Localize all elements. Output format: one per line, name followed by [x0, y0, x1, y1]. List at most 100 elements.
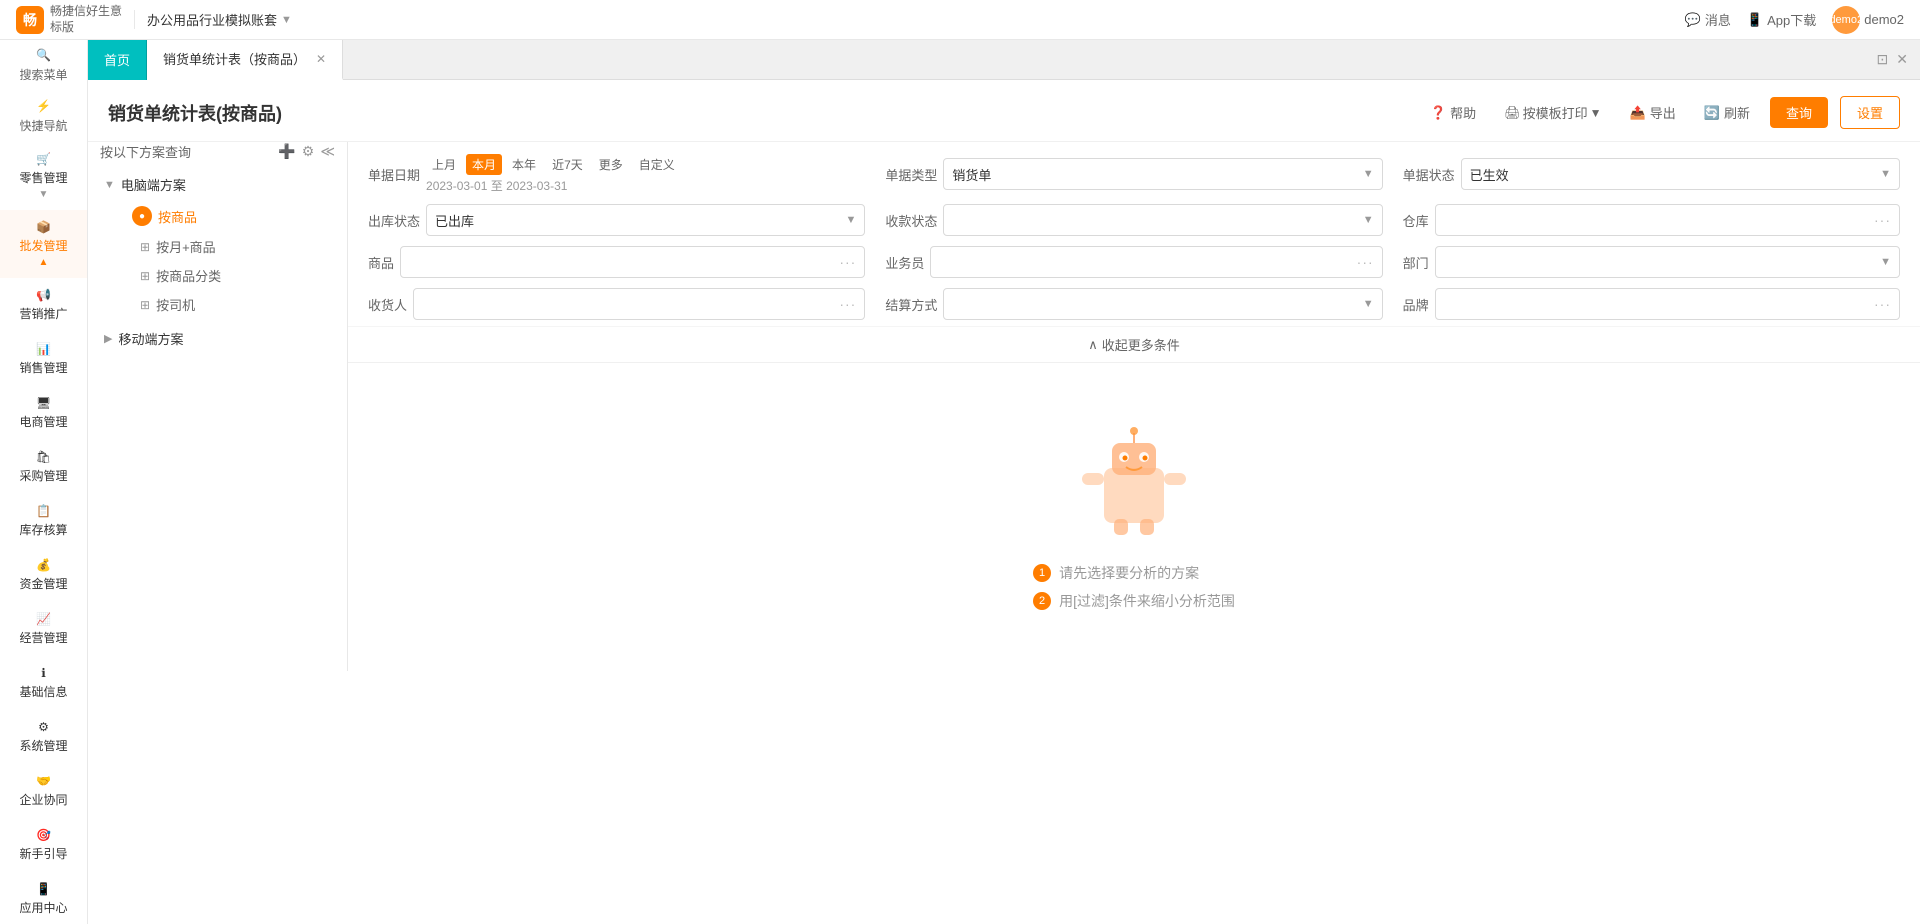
salesperson-control[interactable]: ···	[930, 246, 1382, 278]
department-input[interactable]: ▼	[1435, 246, 1900, 278]
date-range-text: 2023-03-01 至 2023-03-31	[426, 177, 865, 194]
tree-by-printer[interactable]: ⊞ 按司机	[108, 290, 347, 319]
settlement-control[interactable]: ▼	[943, 288, 1382, 320]
add-scheme-button[interactable]: ➕	[278, 143, 295, 160]
top-bar: 畅 畅捷信好生意 标版 办公用品行业模拟账套 ▼ 💬 消息 📱 App下载 de…	[0, 0, 1920, 40]
close-window-icon[interactable]: ✕	[1896, 51, 1908, 68]
chevron-down-icon-print[interactable]: ▼	[1590, 106, 1602, 120]
dots-icon-warehouse: ···	[1874, 212, 1891, 228]
sidebar-item-purchase[interactable]: 🛍 采购管理	[0, 440, 87, 494]
app-download-button[interactable]: 📱 App下载	[1747, 10, 1816, 29]
department-control[interactable]: ▼	[1435, 246, 1900, 278]
salesperson-input[interactable]: ···	[930, 246, 1382, 278]
tree-mobile-label: 移动端方案	[118, 329, 183, 348]
maximize-icon[interactable]: ⊡	[1877, 51, 1889, 68]
brand-control[interactable]: ···	[1435, 288, 1900, 320]
recipient-input[interactable]: ···	[413, 288, 865, 320]
tree-mobile[interactable]: ▶ 移动端方案	[88, 323, 347, 354]
export-button[interactable]: 📤 导出	[1622, 99, 1684, 126]
date-tag-more[interactable]: 更多	[593, 154, 629, 175]
enterprise-icon: 🤝	[36, 774, 51, 788]
main-wrapper: 按以下方案查询 ➕ ⚙ ≪ ▼ 电脑端方案	[88, 142, 1920, 671]
tree-by-month-product[interactable]: ⊞ 按月+商品	[108, 232, 347, 261]
sidebar-item-marketing[interactable]: 📢 营销推广	[0, 278, 87, 332]
sidebar-item-sales[interactable]: 📊 销售管理	[0, 332, 87, 386]
chevron-icon-retail: ▼	[39, 189, 49, 200]
collapse-panel-button[interactable]: ≪	[320, 143, 335, 160]
sidebar-item-appcenter[interactable]: 📱 应用中心	[0, 872, 87, 924]
sidebar-label-retail: 零售管理	[19, 169, 67, 186]
sidebar-item-operation[interactable]: 📈 经营管理	[0, 602, 87, 656]
tab-bar: 首页 销货单统计表（按商品） ✕ ⊡ ✕	[88, 40, 1920, 80]
settings-button[interactable]: 设置	[1840, 96, 1900, 129]
sidebar-item-system[interactable]: ⚙ 系统管理	[0, 710, 87, 764]
sidebar-item-basic[interactable]: ℹ 基础信息	[0, 656, 87, 710]
sidebar-item-enterprise[interactable]: 🤝 企业协同	[0, 764, 87, 818]
date-tag-last-month[interactable]: 上月	[426, 154, 462, 175]
tab-home[interactable]: 首页	[88, 40, 147, 80]
help-button[interactable]: ❓ 帮助	[1422, 99, 1484, 126]
date-tag-this-month[interactable]: 本月	[466, 154, 502, 175]
warehouse-input[interactable]: ···	[1435, 204, 1900, 236]
tab-close-icon[interactable]: ✕	[316, 52, 326, 66]
product-control[interactable]: ···	[400, 246, 865, 278]
step-2-text: 用[过滤]条件来缩小分析范围	[1059, 591, 1235, 611]
sidebar-label-marketing: 营销推广	[19, 305, 67, 322]
filter-row-3: 商品 ··· 业务员	[348, 242, 1920, 284]
tree-desktop[interactable]: ▼ 电脑端方案	[88, 169, 347, 200]
top-bar-left: 畅 畅捷信好生意 标版 办公用品行业模拟账套 ▼	[16, 4, 292, 35]
receipt-select[interactable]: ▼	[943, 204, 1382, 236]
receipt-control[interactable]: ▼	[943, 204, 1382, 236]
left-panel-header: 按以下方案查询 ➕ ⚙ ≪	[88, 142, 347, 169]
recipient-control[interactable]: ···	[413, 288, 865, 320]
tree-by-product[interactable]: ● 按商品	[108, 200, 347, 232]
tree-by-category[interactable]: ⊞ 按商品分类	[108, 261, 347, 290]
refresh-button[interactable]: 🔄 刷新	[1696, 99, 1758, 126]
page-header: 销货单统计表(按商品) ❓ 帮助 🖨 按模板打印 ▼ 📤 导出	[88, 80, 1920, 142]
system-icon: ⚙	[38, 720, 49, 734]
sidebar-item-search[interactable]: 🔍 搜索菜单	[0, 40, 87, 91]
brand-input[interactable]: ···	[1435, 288, 1900, 320]
sidebar-item-inventory[interactable]: 📋 库存核算	[0, 494, 87, 548]
sidebar-label-inventory: 库存核算	[19, 521, 67, 538]
active-scheme-icon: ●	[132, 206, 152, 226]
product-input[interactable]: ···	[400, 246, 865, 278]
tab-report[interactable]: 销货单统计表（按商品） ✕	[147, 40, 343, 80]
sidebar-item-finance[interactable]: 💰 资金管理	[0, 548, 87, 602]
avatar: demo2	[1832, 6, 1860, 34]
empty-illustration	[1074, 423, 1194, 543]
user-menu[interactable]: demo2 demo2	[1832, 6, 1904, 34]
chevron-up-icon: ∧	[1088, 337, 1098, 353]
query-button[interactable]: 查询	[1770, 97, 1828, 128]
type-value: 销货单	[952, 165, 1358, 184]
edit-scheme-button[interactable]: ⚙	[302, 143, 315, 160]
template-print-button[interactable]: 🖨 按模板打印 ▼	[1496, 99, 1609, 126]
out-select[interactable]: 已出库 ▼	[426, 204, 865, 236]
empty-steps: 1 请先选择要分析的方案 2 用[过滤]条件来缩小分析范围	[1033, 563, 1235, 611]
collapse-button[interactable]: ∧ 收起更多条件	[1088, 335, 1180, 354]
status-select[interactable]: 已生效 ▼	[1461, 158, 1900, 190]
chevron-down-icon-receipt: ▼	[1363, 214, 1374, 226]
tree-desktop-label: 电脑端方案	[121, 175, 186, 194]
type-select[interactable]: 销货单 ▼	[943, 158, 1382, 190]
message-button[interactable]: 💬 消息	[1685, 10, 1731, 29]
date-control: 上月 本月 本年 近7天 更多 自定义 2023-03-01 至 2023-03…	[426, 154, 865, 194]
settlement-select[interactable]: ▼	[943, 288, 1382, 320]
date-tag-this-year[interactable]: 本年	[506, 154, 542, 175]
warehouse-control[interactable]: ···	[1435, 204, 1900, 236]
sidebar-item-ecommerce[interactable]: 🖥 电商管理	[0, 386, 87, 440]
out-control[interactable]: 已出库 ▼	[426, 204, 865, 236]
app-selector[interactable]: 办公用品行业模拟账套 ▼	[134, 10, 292, 29]
sidebar-item-newbie[interactable]: 🎯 新手引导	[0, 818, 87, 872]
sidebar-item-quicknav[interactable]: ⚡ 快捷导航	[0, 91, 87, 142]
type-control[interactable]: 销货单 ▼	[943, 158, 1382, 190]
status-value: 已生效	[1470, 165, 1876, 184]
chevron-down-icon: ▼	[281, 14, 292, 26]
sidebar-item-retail[interactable]: 🛒 零售管理 ▼	[0, 142, 87, 210]
tab-home-label: 首页	[104, 50, 130, 69]
dots-icon-salesperson: ···	[1357, 254, 1374, 270]
status-control[interactable]: 已生效 ▼	[1461, 158, 1900, 190]
date-tag-custom[interactable]: 自定义	[633, 154, 681, 175]
date-tag-7days[interactable]: 近7天	[546, 154, 589, 175]
sidebar-item-wholesale[interactable]: 📦 批发管理 ▲	[0, 210, 87, 278]
